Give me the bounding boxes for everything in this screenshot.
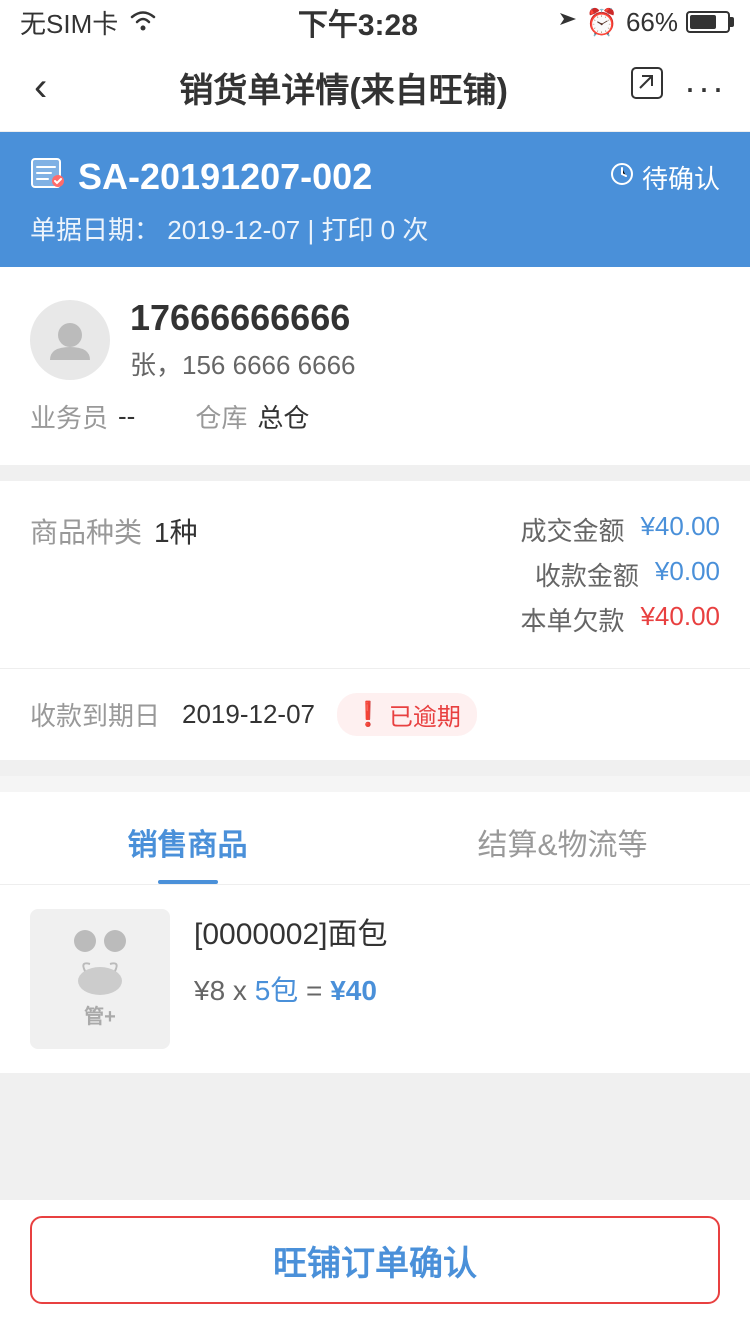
customer-avatar <box>30 300 110 380</box>
divider-1 <box>0 465 750 481</box>
brand-label: 管+ <box>84 1000 116 1029</box>
wifi-icon <box>128 7 158 38</box>
order-icon <box>30 156 66 198</box>
customer-info: 17666666666 张，156 6666 6666 <box>130 297 356 382</box>
product-item: 管+ [0000002]面包 ¥8 x 5包 = ¥40 <box>30 909 720 1049</box>
product-type-label: 商品种类 <box>30 511 142 551</box>
owl-eyes <box>74 930 126 952</box>
owl-eye-left <box>74 930 96 952</box>
receipt-label: 收款金额 <box>535 556 639 593</box>
owl-eye-right <box>104 930 126 952</box>
due-date: 2019-12-07 <box>182 699 315 730</box>
overdue-text: 已逾期 <box>389 697 461 732</box>
summary-left: 商品种类 1种 <box>30 511 198 551</box>
warehouse-label: 仓库 <box>195 398 247 435</box>
back-button[interactable]: ‹ <box>24 55 57 120</box>
share-button[interactable] <box>630 66 664 109</box>
summary-right: 成交金额 ¥40.00 收款金额 ¥0.00 本单欠款 ¥40.00 <box>520 511 720 638</box>
salesperson-item: 业务员 -- <box>30 398 135 435</box>
status-time: 下午3:28 <box>298 0 418 44</box>
order-header: SA-20191207-002 待确认 单据日期： 2019-12-07 | 打… <box>0 132 750 267</box>
more-button[interactable]: ··· <box>684 67 726 109</box>
order-id-row: SA-20191207-002 待确认 <box>30 156 720 198</box>
tabs-bar: 销售商品 结算&物流等 <box>0 792 750 885</box>
status-right: ⏰ 66% <box>558 7 730 38</box>
product-total: ¥40 <box>330 975 377 1006</box>
tab-sales-products[interactable]: 销售商品 <box>0 792 375 884</box>
owl-body <box>70 956 130 996</box>
balance-row: 本单欠款 ¥40.00 <box>520 601 720 638</box>
battery-icon <box>686 11 730 33</box>
transaction-amount: ¥40.00 <box>640 511 720 548</box>
transaction-row: 成交金额 ¥40.00 <box>520 511 720 548</box>
due-section: 收款到期日 2019-12-07 ❗ 已逾期 <box>0 668 750 760</box>
tabs-section: 销售商品 结算&物流等 管+ <box>0 792 750 1073</box>
salesperson-label: 业务员 <box>30 398 108 435</box>
overdue-icon: ❗ <box>353 700 383 729</box>
product-type-count: 1种 <box>154 511 198 551</box>
warehouse-value: 总仓 <box>257 398 309 435</box>
nav-bar: ‹ 销货单详情(来自旺铺) ··· <box>0 44 750 132</box>
product-name: [0000002]面包 <box>194 909 720 953</box>
customer-meta: 业务员 -- 仓库 总仓 <box>30 398 720 435</box>
confirm-order-button[interactable]: 旺铺订单确认 <box>30 1216 720 1304</box>
order-date: 单据日期： 2019-12-07 | 打印 0 次 <box>30 210 720 247</box>
product-price: ¥8 x 5包 = ¥40 <box>194 969 720 1009</box>
summary-section: 商品种类 1种 成交金额 ¥40.00 收款金额 ¥0.00 本单欠款 ¥40.… <box>0 481 750 668</box>
alarm-icon: ⏰ <box>586 7 618 38</box>
status-clock-icon <box>610 162 634 193</box>
transaction-label: 成交金额 <box>520 511 624 548</box>
nav-actions: ··· <box>630 66 726 109</box>
product-image: 管+ <box>30 909 170 1049</box>
summary-row: 商品种类 1种 成交金额 ¥40.00 收款金额 ¥0.00 本单欠款 ¥40.… <box>30 511 720 638</box>
customer-section: 17666666666 张，156 6666 6666 业务员 -- 仓库 总仓 <box>0 267 750 465</box>
warehouse-item: 仓库 总仓 <box>195 398 309 435</box>
nav-title: 销货单详情(来自旺铺) <box>179 63 508 112</box>
customer-row: 17666666666 张，156 6666 6666 <box>30 297 720 382</box>
overdue-badge: ❗ 已逾期 <box>337 693 477 736</box>
order-status: 待确认 <box>610 159 720 196</box>
receipt-amount: ¥0.00 <box>655 556 720 593</box>
balance-amount: ¥40.00 <box>640 601 720 638</box>
due-label: 收款到期日 <box>30 696 160 733</box>
bottom-bar: 旺铺订单确认 <box>0 1200 750 1334</box>
product-image-inner: 管+ <box>70 930 130 1029</box>
product-section: 管+ [0000002]面包 ¥8 x 5包 = ¥40 <box>0 885 750 1073</box>
receipt-row: 收款金额 ¥0.00 <box>535 556 720 593</box>
status-left: 无SIM卡 <box>20 4 158 41</box>
product-qty: 5包 <box>255 975 299 1006</box>
status-bar: 无SIM卡 下午3:28 ⏰ 66% <box>0 0 750 44</box>
customer-name: 张，156 6666 6666 <box>130 345 356 382</box>
location-icon <box>558 7 578 38</box>
balance-label: 本单欠款 <box>520 601 624 638</box>
order-id: SA-20191207-002 <box>30 156 372 198</box>
sim-label: 无SIM卡 <box>20 4 118 41</box>
battery-percent: 66% <box>626 7 678 38</box>
divider-2 <box>0 760 750 776</box>
tab-settlement-logistics[interactable]: 结算&物流等 <box>375 792 750 884</box>
salesperson-value: -- <box>118 401 135 432</box>
customer-phone: 17666666666 <box>130 297 356 339</box>
product-info: [0000002]面包 ¥8 x 5包 = ¥40 <box>194 909 720 1009</box>
